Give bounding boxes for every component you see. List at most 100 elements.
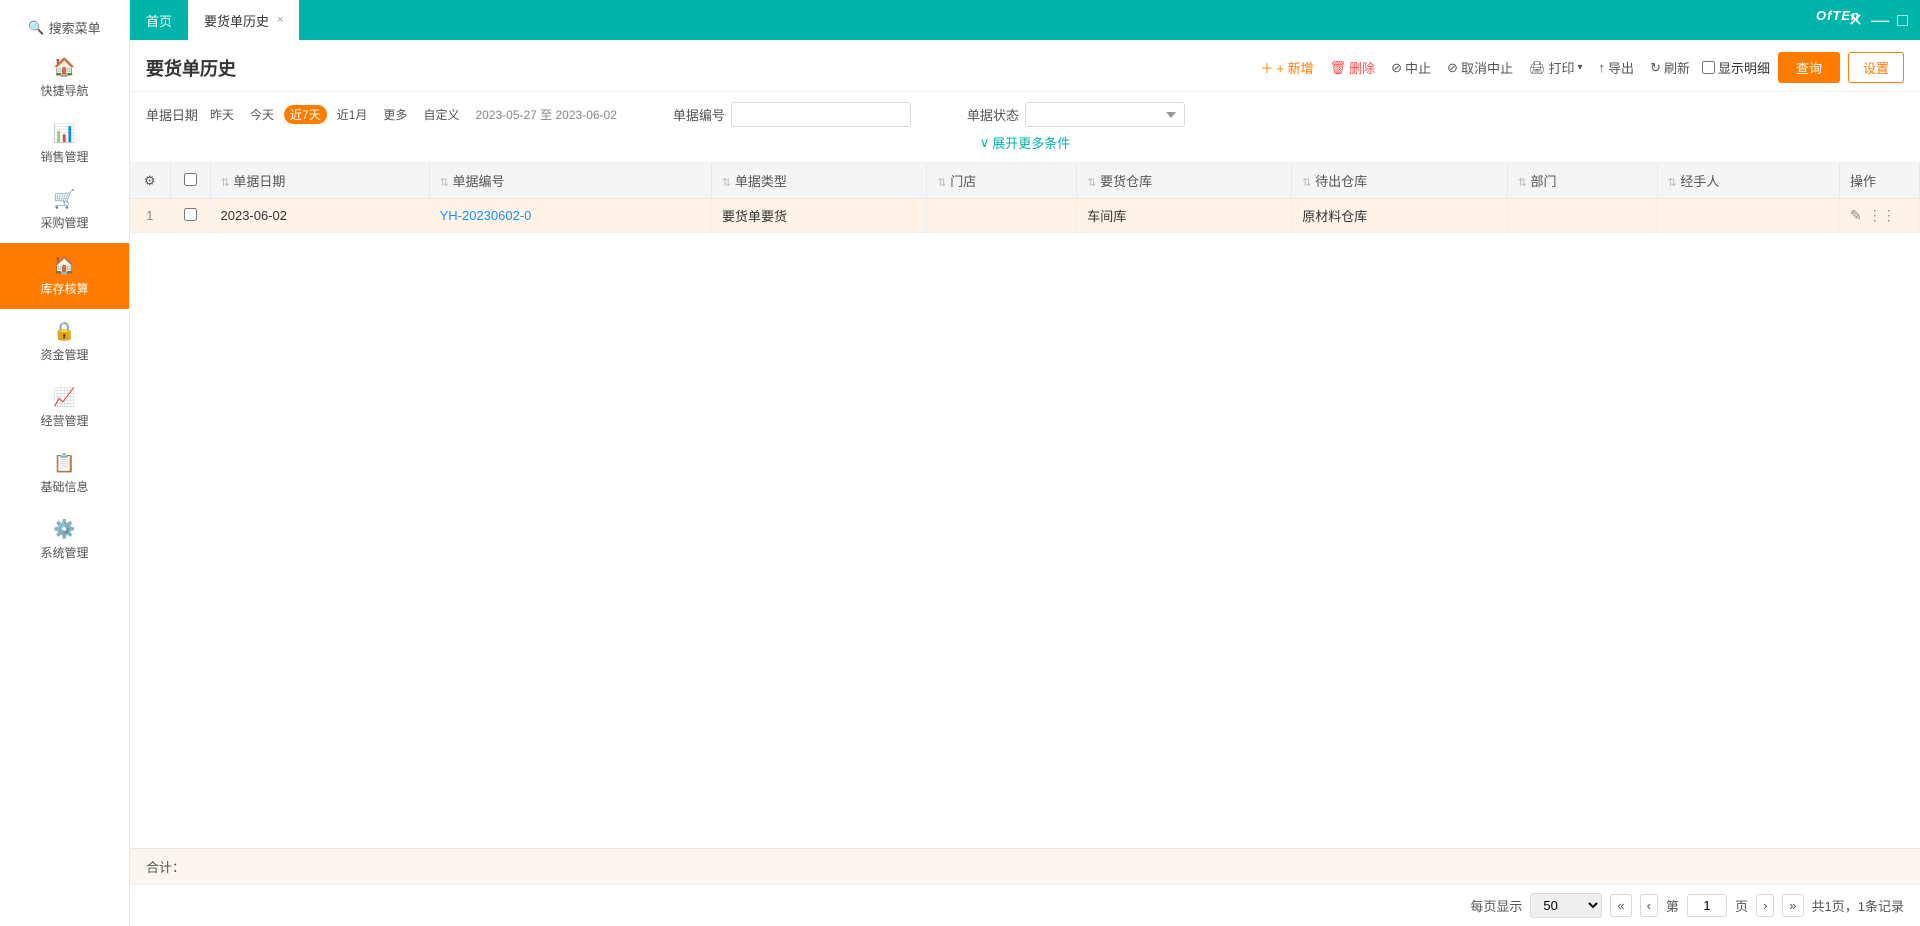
doc-num-label: 单据编号 [673,105,725,124]
col-store-label: 门店 [950,174,976,189]
expand-more-btn[interactable]: ∨ 展开更多条件 [980,133,1071,152]
per-page-select[interactable]: 10 20 50 100 [1530,893,1602,918]
print-label: 打印 [1548,58,1574,77]
new-button[interactable]: ＋ + 新增 [1256,58,1317,77]
display-cell-checkbox[interactable]: 显示明细 [1702,58,1770,77]
search-icon: 🔍 [28,20,44,36]
setting-button[interactable]: 设置 [1848,52,1904,83]
prev-page-btn[interactable]: ‹ [1640,894,1658,917]
query-button[interactable]: 查询 [1778,52,1840,83]
tab-active[interactable]: 要货单历史 × [188,0,299,40]
sidebar-item-finance[interactable]: 🔒 资金管理 [0,309,129,375]
stop-label: 中止 [1405,58,1431,77]
date-shortcuts: 昨天 今天 近7天 近1月 更多 自定义 [204,105,465,124]
row-store [927,199,1077,233]
yesterday-shortcut[interactable]: 昨天 [204,105,240,124]
col-dept-sort-icon[interactable]: ⇅ [1518,177,1527,189]
sidebar-item-label: 资金管理 [40,346,88,363]
refresh-icon: ↻ [1650,60,1661,76]
sidebar-item-quick-nav[interactable]: 🏠 快捷导航 [0,45,129,111]
row-doc-type: 要货单要货 [712,199,927,233]
edit-icon[interactable]: ✎ [1850,207,1862,224]
col-date-label: 单据日期 [233,174,285,189]
export-button[interactable]: ↑ 导出 [1595,58,1639,77]
next-page-btn[interactable]: › [1756,894,1774,917]
last7days-shortcut[interactable]: 近7天 [284,105,327,124]
sidebar-item-system[interactable]: ⚙️ 系统管理 [0,507,129,573]
sidebar-item-operation[interactable]: 📈 经营管理 [0,375,129,441]
page-input[interactable] [1687,894,1727,917]
sidebar-item-inventory[interactable]: 🏠 库存核算 [0,243,129,309]
filter-row-1: 单据日期 昨天 今天 近7天 近1月 更多 自定义 2023-05-27 至 2… [146,102,1904,127]
print-button[interactable]: 🖨 打印 ▾ [1525,58,1587,77]
tab-home[interactable]: 首页 [130,0,188,40]
display-cell-label: 显示明细 [1718,58,1770,77]
sidebar-search[interactable]: 🔍 搜索菜单 [0,10,129,45]
row-action: ✎ ⋮⋮ [1840,199,1920,233]
custom-shortcut[interactable]: 自定义 [417,105,465,124]
date-filter-label: 单据日期 [146,105,198,124]
stop-button[interactable]: ⊘ 中止 [1387,58,1435,77]
col-req-warehouse: ⇅ 要货仓库 [1077,163,1292,199]
col-doc-type-sort-icon[interactable]: ⇅ [722,177,731,189]
today-shortcut[interactable]: 今天 [244,105,280,124]
page-header: 要货单历史 ＋ + 新增 🗑 删除 ⊘ 中止 ⊘ 取消中止 [130,40,1920,92]
status-select[interactable]: 草稿 已提交 已审核 已中止 [1025,102,1185,127]
close-tab-icon[interactable]: × [277,14,283,26]
doc-num-filter-group: 单据编号 [673,102,911,127]
per-page-label: 每页显示 [1470,896,1522,915]
refresh-button[interactable]: ↻ 刷新 [1646,58,1694,77]
col-dept-label: 部门 [1530,174,1556,189]
lock-icon: 🔒 [53,321,75,342]
row-select-checkbox[interactable] [184,208,197,221]
sidebar-item-purchase[interactable]: 🛒 采购管理 [0,177,129,243]
cancel-stop-button[interactable]: ⊘ 取消中止 [1443,58,1517,77]
col-pending-warehouse: ⇅ 待出仓库 [1292,163,1507,199]
topbar-maximize-icon[interactable]: □ [1897,10,1908,31]
row-date: 2023-06-02 [210,199,429,233]
operation-icon: 📈 [53,387,75,408]
col-date-sort-icon[interactable]: ⇅ [221,177,230,189]
col-store: ⇅ 门店 [927,163,1077,199]
last-page-btn[interactable]: » [1782,894,1803,917]
select-all-checkbox[interactable] [184,173,197,186]
more-icon[interactable]: ⋮⋮ [1868,207,1896,224]
row-dept [1507,199,1657,233]
print-icon: 🖨 [1529,60,1546,76]
expand-more-label: 展开更多条件 [992,133,1070,152]
page-label: 页 [1735,896,1748,915]
col-doc-type: ⇅ 单据类型 [712,163,927,199]
doc-num-input[interactable] [731,102,911,127]
display-cell-input[interactable] [1702,61,1715,74]
col-handler-sort-icon[interactable]: ⇅ [1668,177,1677,189]
active-tab-label: 要货单历史 [204,11,269,30]
col-req-wh-label: 要货仓库 [1100,174,1152,189]
more-shortcut[interactable]: 更多 [377,105,413,124]
col-action-label: 操作 [1850,174,1876,189]
chart-icon: 📊 [53,123,75,144]
home-tab-label: 首页 [146,11,172,30]
first-page-btn[interactable]: « [1610,894,1631,917]
sidebar: 🔍 搜索菜单 🏠 快捷导航 📊 销售管理 🛒 采购管理 🏠 库存核算 🔒 资金管… [0,0,130,926]
system-icon: ⚙️ [53,519,75,540]
delete-button[interactable]: 🗑 删除 [1326,58,1380,77]
col-store-sort-icon[interactable]: ⇅ [937,177,946,189]
sidebar-item-basic[interactable]: 📋 基础信息 [0,441,129,507]
cancel-stop-icon: ⊘ [1447,60,1458,76]
col-pending-wh-sort-icon[interactable]: ⇅ [1302,177,1311,189]
date-filter-group: 单据日期 昨天 今天 近7天 近1月 更多 自定义 2023-05-27 至 2… [146,105,617,124]
col-settings[interactable]: ⚙ [130,163,170,199]
filter-area: 单据日期 昨天 今天 近7天 近1月 更多 自定义 2023-05-27 至 2… [130,92,1920,163]
row-doc-no-link[interactable]: YH-20230602-0 [440,208,532,223]
sidebar-item-label: 经营管理 [40,412,88,429]
col-action: 操作 [1840,163,1920,199]
topbar-minimize-icon[interactable]: — [1871,10,1889,31]
settings-icon[interactable]: ⚙ [144,173,156,188]
col-doc-no-sort-icon[interactable]: ⇅ [440,177,449,189]
refresh-label: 刷新 [1664,58,1690,77]
col-req-wh-sort-icon[interactable]: ⇅ [1087,177,1096,189]
last1month-shortcut[interactable]: 近1月 [331,105,374,124]
row-doc-no: YH-20230602-0 [429,199,711,233]
col-date: ⇅ 单据日期 [210,163,429,199]
sidebar-item-sales[interactable]: 📊 销售管理 [0,111,129,177]
